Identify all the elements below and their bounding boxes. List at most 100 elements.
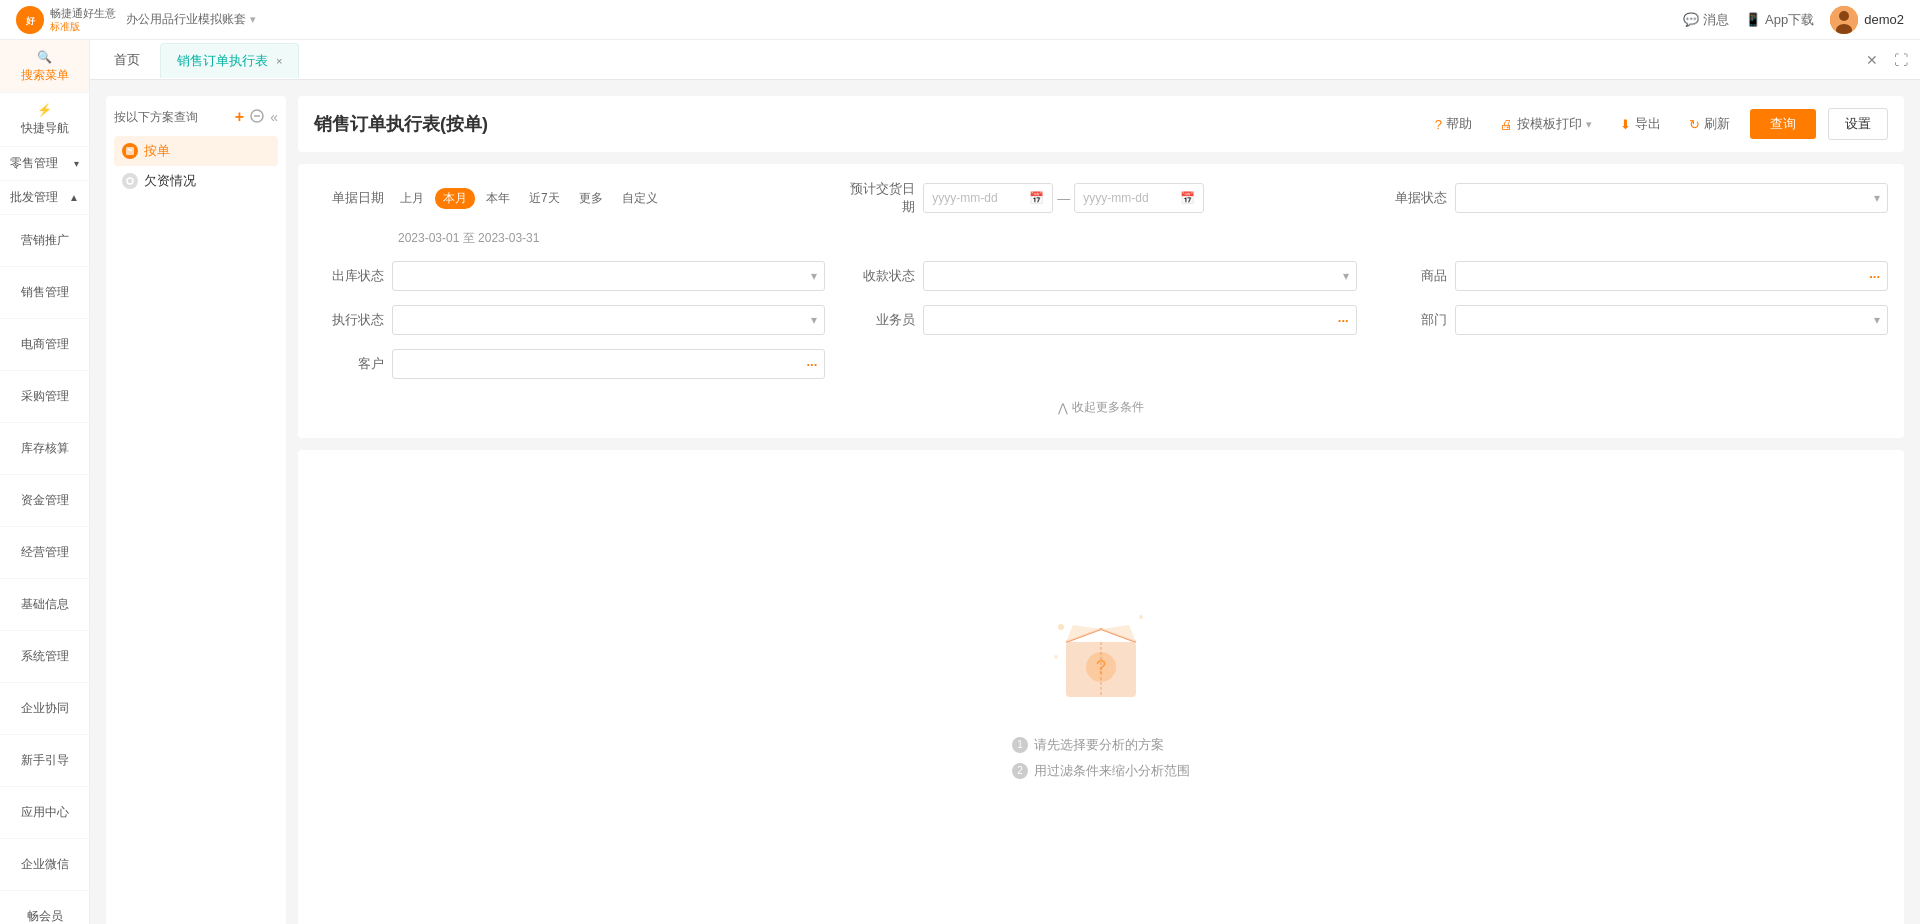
query-button[interactable]: 查询 [1750, 109, 1816, 139]
wechat-label: 企业微信 [21, 857, 69, 871]
header-left: 好 畅捷通好生意 标准版 办公用品行业模拟账套 ▾ [16, 6, 256, 34]
finance-label: 资金管理 [21, 493, 69, 507]
left-panel-actions: + « [235, 108, 278, 126]
scheme-andon-label: 按单 [144, 142, 170, 160]
sidebar-item-wholesale[interactable]: 批发管理 ▲ [0, 181, 89, 215]
filter-section: 单据日期 上月 本月 本年 近7天 更多 自定义 [298, 164, 1904, 438]
sidebar-item-basic[interactable]: 基础信息 [0, 579, 89, 631]
date-tab-custom[interactable]: 自定义 [614, 188, 666, 209]
filter-goods: 商品 ··· [1377, 261, 1888, 291]
export-button[interactable]: ⬇ 导出 [1612, 111, 1669, 137]
app-download-button[interactable]: 📱 App下载 [1745, 11, 1814, 29]
message-button[interactable]: 💬 消息 [1683, 11, 1729, 29]
svg-text:?: ? [1096, 657, 1106, 677]
retail-label: 零售管理 [10, 155, 58, 172]
company-name: 办公用品行业模拟账套 [126, 11, 246, 28]
quicknav-icon: ⚡ [37, 103, 52, 117]
enterprise-label: 企业协同 [21, 701, 69, 715]
sidebar-item-member[interactable]: 畅会员 [0, 891, 89, 924]
date-range-text: 2023-03-01 至 2023-03-31 [398, 230, 539, 247]
sidebar-item-appstore[interactable]: 应用中心 [0, 787, 89, 839]
date-tabs-group: 上月 本月 本年 近7天 更多 自定义 [392, 188, 666, 209]
collection-status-select[interactable] [923, 261, 1356, 291]
tab-bar: 首页 销售订单执行表 × ✕ ⛶ [90, 40, 1920, 80]
sidebar-item-wechat[interactable]: 企业微信 [0, 839, 89, 891]
settings-button[interactable]: 设置 [1828, 108, 1888, 140]
inventory-label: 库存核算 [21, 441, 69, 455]
purchase-label: 采购管理 [21, 389, 69, 403]
tab-maximize-icon[interactable]: ⛶ [1890, 48, 1912, 72]
date-control: 上月 本月 本年 近7天 更多 自定义 [392, 188, 825, 209]
delivery-status-select[interactable] [392, 261, 825, 291]
scheme-item-andon[interactable]: 按单 [114, 136, 278, 166]
salesperson-input[interactable] [923, 305, 1356, 335]
avatar [1830, 6, 1858, 34]
dept-select[interactable] [1455, 305, 1888, 335]
operations-label: 经营管理 [21, 545, 69, 559]
collapse-filters-button[interactable]: ⋀ 收起更多条件 [314, 393, 1888, 422]
sidebar-item-system[interactable]: 系统管理 [0, 631, 89, 683]
customer-dots-btn[interactable]: ··· [806, 357, 817, 372]
main-layout: 🔍 搜索菜单 ⚡ 快捷导航 零售管理 ▾ 批发管理 ▲ 营销推广 销售管理 电商… [0, 40, 1920, 924]
sidebar-item-quicknav[interactable]: ⚡ 快捷导航 [0, 93, 89, 146]
date-tab-7days[interactable]: 近7天 [521, 188, 568, 209]
sidebar-item-search[interactable]: 🔍 搜索菜单 [0, 40, 89, 93]
expected-date-from[interactable]: yyyy-mm-dd 📅 [923, 183, 1053, 213]
sidebar-item-marketing[interactable]: 营销推广 [0, 215, 89, 267]
sidebar-item-purchase[interactable]: 采购管理 [0, 371, 89, 423]
status-label: 单据状态 [1377, 189, 1447, 207]
customer-label: 客户 [314, 355, 384, 373]
goods-dots-btn[interactable]: ··· [1869, 269, 1880, 284]
status-select[interactable] [1455, 183, 1888, 213]
date-tab-thisyear[interactable]: 本年 [478, 188, 518, 209]
help-button[interactable]: ? 帮助 [1427, 111, 1480, 137]
sidebar-item-ecommerce[interactable]: 电商管理 [0, 319, 89, 371]
newbie-label: 新手引导 [21, 753, 69, 767]
placeholder-1 [845, 349, 1356, 379]
export-label: 导出 [1635, 115, 1661, 133]
print-icon: 🖨 [1500, 117, 1513, 132]
date-tab-more[interactable]: 更多 [571, 188, 611, 209]
tab-close-window-icon[interactable]: ✕ [1862, 48, 1882, 72]
salesperson-dots-btn[interactable]: ··· [1338, 313, 1349, 328]
svg-point-3 [1839, 11, 1849, 21]
user-avatar-area[interactable]: demo2 [1830, 6, 1904, 34]
sidebar-item-operations[interactable]: 经营管理 [0, 527, 89, 579]
goods-input[interactable] [1455, 261, 1888, 291]
sidebar-item-newbie[interactable]: 新手引导 [0, 735, 89, 787]
svg-point-9 [127, 178, 133, 184]
tab-sales-order[interactable]: 销售订单执行表 × [160, 43, 299, 78]
empty-icon: ? [1041, 597, 1161, 717]
sidebar-item-enterprise[interactable]: 企业协同 [0, 683, 89, 735]
filter-exec-status: 执行状态 [314, 305, 825, 335]
sidebar-search-label: 搜索菜单 [21, 68, 69, 82]
tab-close-icon[interactable]: × [276, 55, 282, 67]
sidebar-item-finance[interactable]: 资金管理 [0, 475, 89, 527]
tab-home[interactable]: 首页 [98, 43, 156, 77]
scheme-item-qiankuan[interactable]: 欠资情况 [114, 166, 278, 196]
sales-label: 销售管理 [21, 285, 69, 299]
date-tab-thismonth[interactable]: 本月 [435, 188, 475, 209]
print-label: 按模板打印 [1517, 115, 1582, 133]
add-scheme-button[interactable]: + [235, 108, 244, 126]
filter-row-3: 执行状态 业务员 ··· [314, 305, 1888, 335]
date-label: 单据日期 [314, 189, 384, 207]
delivery-label: 出库状态 [314, 267, 384, 285]
empty-tip-2: 2 用过滤条件来缩小分析范围 [1012, 762, 1190, 780]
customer-input[interactable] [392, 349, 825, 379]
sidebar-item-inventory[interactable]: 库存核算 [0, 423, 89, 475]
refresh-button[interactable]: ↻ 刷新 [1681, 111, 1738, 137]
svg-point-14 [1058, 624, 1064, 630]
sidebar-item-retail[interactable]: 零售管理 ▾ [0, 147, 89, 181]
exec-status-select[interactable] [392, 305, 825, 335]
company-dropdown-icon: ▾ [250, 13, 256, 26]
expected-date-to[interactable]: yyyy-mm-dd 📅 [1074, 183, 1204, 213]
ecommerce-label: 电商管理 [21, 337, 69, 351]
sidebar-item-sales[interactable]: 销售管理 [0, 267, 89, 319]
date-tab-lastmonth[interactable]: 上月 [392, 188, 432, 209]
collapse-up-icon: ⋀ [1058, 401, 1068, 415]
print-button[interactable]: 🖨 按模板打印 ▾ [1492, 111, 1600, 137]
collapse-panel-button[interactable]: « [270, 109, 278, 125]
edit-scheme-button[interactable] [250, 109, 264, 126]
company-selector[interactable]: 办公用品行业模拟账套 ▾ [126, 11, 256, 28]
